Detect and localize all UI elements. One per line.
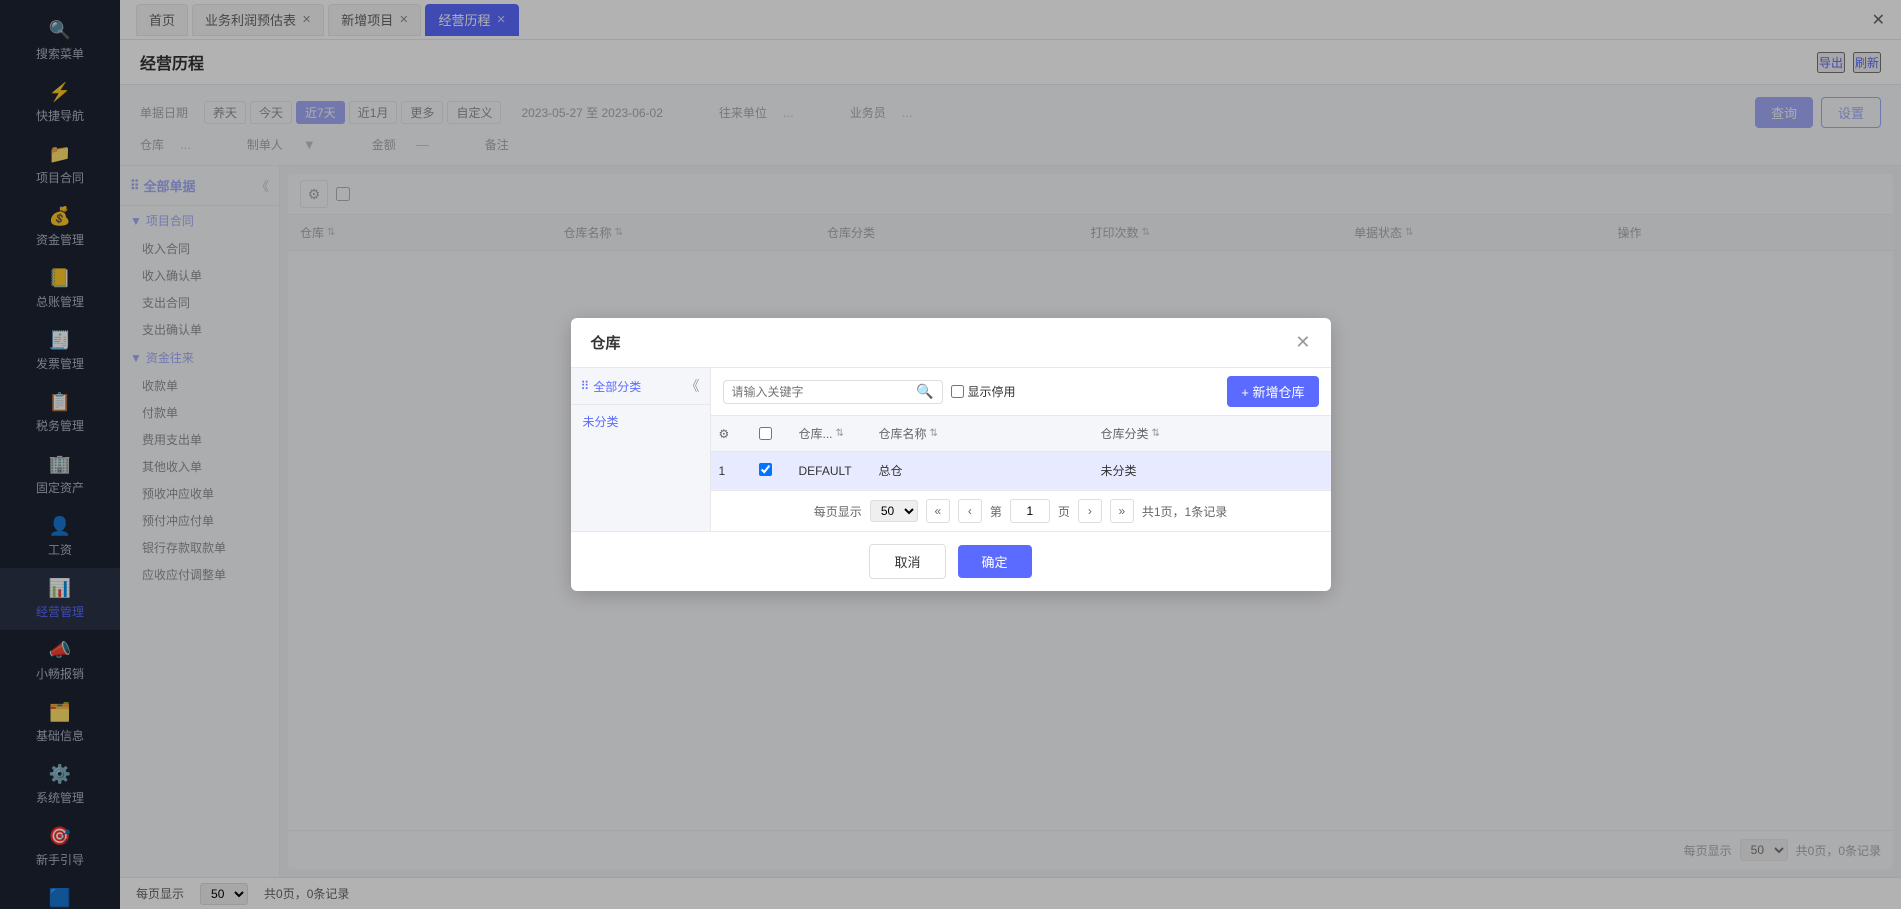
show-disabled-wrap: 显示停用 <box>951 383 1016 400</box>
modal-sidebar-title: ⠿ 全部分类 <box>581 378 642 395</box>
add-warehouse-btn[interactable]: + 新增仓库 <box>1227 376 1318 407</box>
modal-close-btn[interactable]: ✕ <box>1295 332 1310 353</box>
row-id: DEFAULT <box>799 464 879 478</box>
page-label-prefix: 第 <box>990 503 1002 520</box>
prev-page-btn[interactable]: ‹ <box>958 499 982 523</box>
row-seq: 1 <box>719 464 759 478</box>
row-category: 未分类 <box>1101 462 1323 479</box>
grid-icon-modal: ⠿ <box>581 379 590 393</box>
modal-search-wrap: 🔍 <box>723 380 943 404</box>
page-number-input[interactable] <box>1010 499 1050 523</box>
modal-sidebar-header: ⠿ 全部分类 《 <box>571 368 710 405</box>
modal-col-id: 仓库... ⇅ <box>799 425 879 442</box>
page-label-suffix: 页 <box>1058 503 1070 520</box>
gear-col-icon: ⚙ <box>719 427 730 441</box>
modal-sidebar: ⠿ 全部分类 《 未分类 <box>571 368 711 531</box>
modal-select-all[interactable] <box>759 427 772 440</box>
modal-col-checkbox <box>759 427 799 440</box>
modal-sidebar-item-uncategorized[interactable]: 未分类 <box>571 405 710 438</box>
modal-col-category: 仓库分类 ⇅ <box>1101 425 1323 442</box>
show-disabled-label: 显示停用 <box>968 383 1016 400</box>
table-row[interactable]: 1 DEFAULT 总仓 未分类 <box>711 452 1331 490</box>
modal-overlay: 仓库 ✕ ⠿ 全部分类 《 未分类 <box>0 0 1901 909</box>
sort-icon-id: ⇅ <box>836 428 844 439</box>
modal-col-name: 仓库名称 ⇅ <box>879 425 1101 442</box>
modal-page-size-wrap: 50 <box>870 500 918 522</box>
cancel-button[interactable]: 取消 <box>869 544 945 579</box>
row-checkbox <box>759 463 799 479</box>
modal-search-icon: 🔍 <box>916 383 933 400</box>
modal-table: ⚙ 仓库... ⇅ 仓库名称 ⇅ <box>711 416 1331 490</box>
modal-pagination: 每页显示 50 « ‹ 第 页 › » 共1页，1条记录 <box>711 490 1331 531</box>
modal-page-size-label: 每页显示 <box>814 503 862 520</box>
sort-icon-modal-name: ⇅ <box>930 428 938 439</box>
warehouse-modal: 仓库 ✕ ⠿ 全部分类 《 未分类 <box>571 318 1331 591</box>
modal-table-head: ⚙ 仓库... ⇅ 仓库名称 ⇅ <box>711 416 1331 452</box>
confirm-button[interactable]: 确定 <box>958 545 1032 578</box>
last-page-btn[interactable]: » <box>1110 499 1134 523</box>
row-name: 总仓 <box>879 462 1101 479</box>
modal-pagination-total: 共1页，1条记录 <box>1142 503 1227 520</box>
sort-icon-modal-cat: ⇅ <box>1152 428 1160 439</box>
modal-body: ⠿ 全部分类 《 未分类 🔍 <box>571 368 1331 531</box>
show-disabled-checkbox[interactable] <box>951 385 964 398</box>
modal-toolbar: 🔍 显示停用 + 新增仓库 <box>711 368 1331 416</box>
modal-content: 🔍 显示停用 + 新增仓库 ⚙ <box>711 368 1331 531</box>
first-page-btn[interactable]: « <box>926 499 950 523</box>
modal-title: 仓库 <box>591 332 621 353</box>
modal-search-input[interactable] <box>732 381 913 403</box>
modal-sidebar-toggle[interactable]: 《 <box>686 376 700 396</box>
modal-col-gear: ⚙ <box>719 427 759 441</box>
modal-actions: 取消 确定 <box>571 531 1331 591</box>
modal-header: 仓库 ✕ <box>571 318 1331 368</box>
next-page-btn[interactable]: › <box>1078 499 1102 523</box>
modal-page-size-select[interactable]: 50 <box>870 500 918 522</box>
row-check[interactable] <box>759 463 772 476</box>
